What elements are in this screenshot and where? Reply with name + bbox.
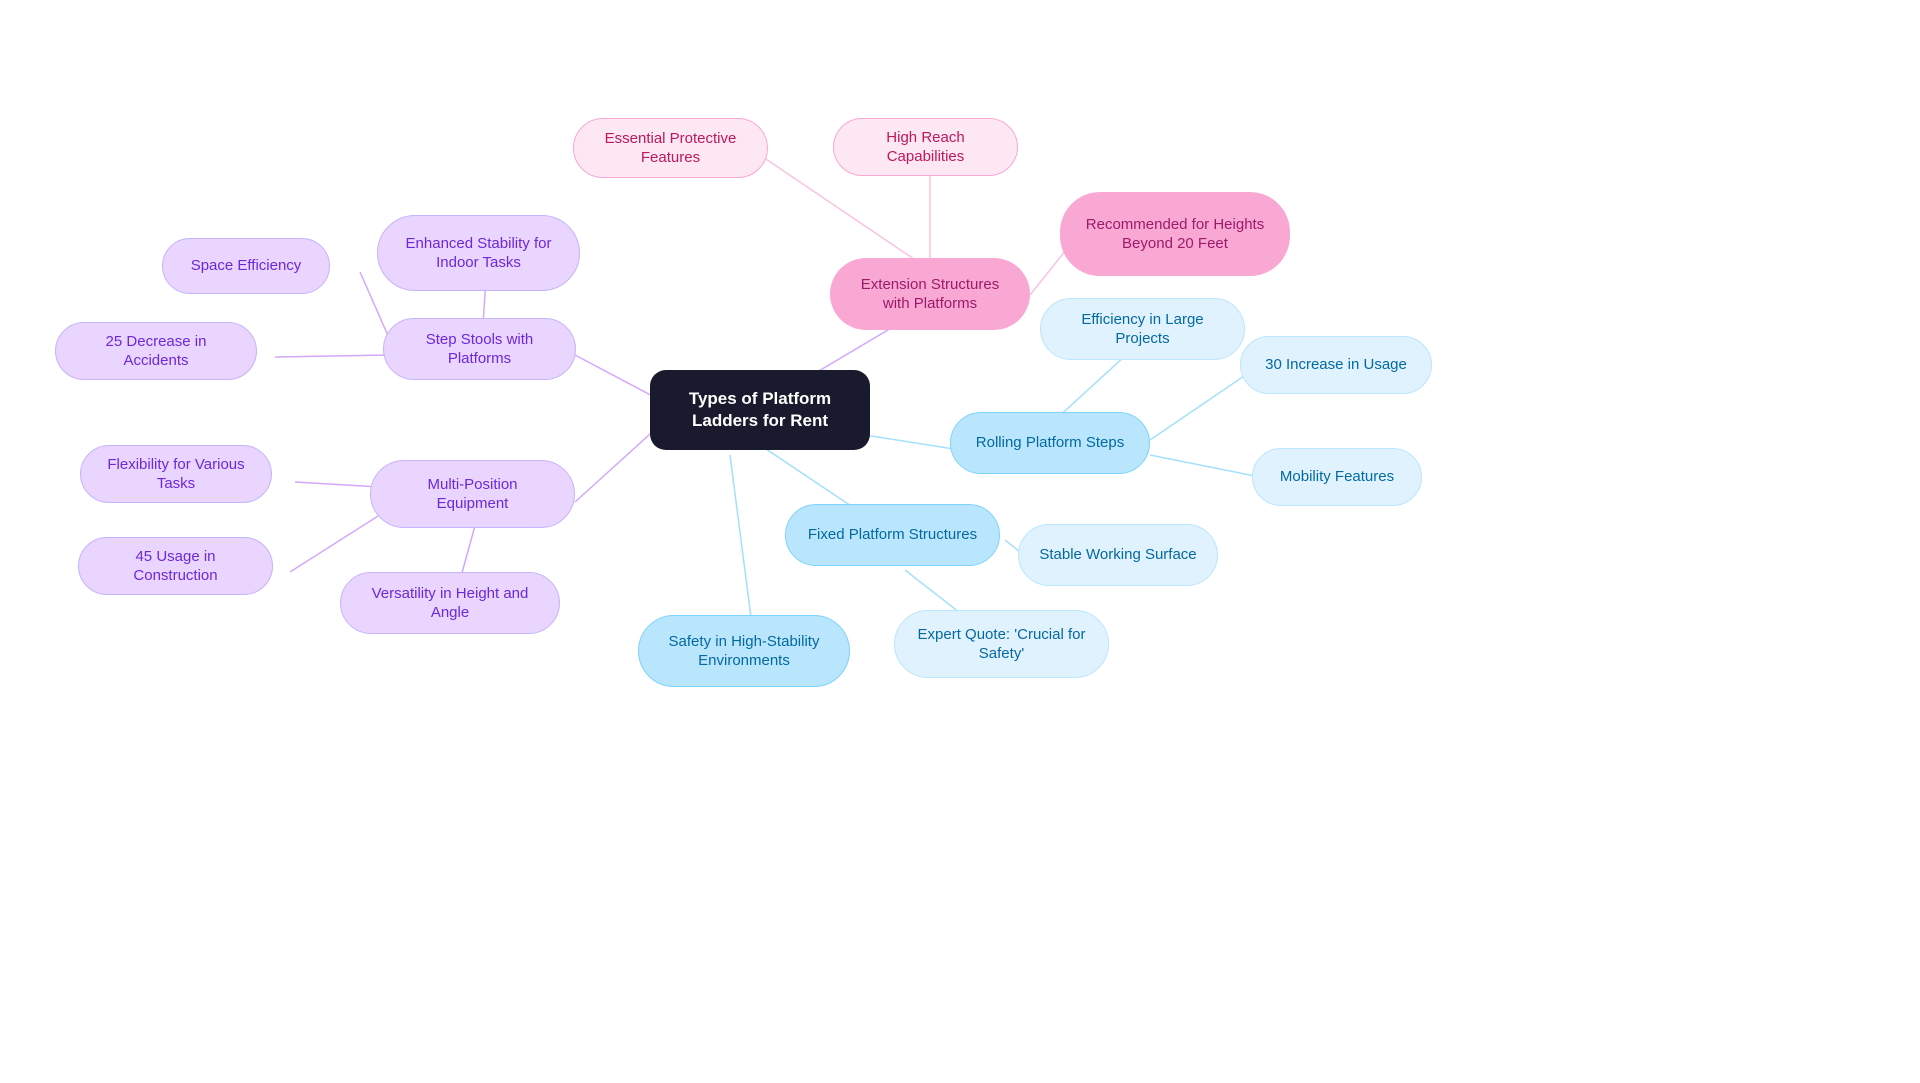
recommended-heights-label: Recommended for Heights Beyond 20 Feet — [1080, 215, 1270, 254]
high-reach-label: High Reach Capabilities — [854, 128, 997, 167]
stable-working-label: Stable Working Surface — [1039, 545, 1196, 565]
expert-quote-node: Expert Quote: 'Crucial for Safety' — [894, 610, 1109, 678]
center-node: Types of Platform Ladders for Rent — [650, 370, 870, 450]
multi-position-label: Multi-Position Equipment — [391, 475, 554, 514]
stable-working-node: Stable Working Surface — [1018, 524, 1218, 586]
increase-usage-node: 30 Increase in Usage — [1240, 336, 1432, 394]
versatility-node: Versatility in Height and Angle — [340, 572, 560, 634]
essential-protective-node: Essential Protective Features — [573, 118, 768, 178]
efficiency-large-node: Efficiency in Large Projects — [1040, 298, 1245, 360]
extension-structures-node: Extension Structures with Platforms — [830, 258, 1030, 330]
mobility-features-node: Mobility Features — [1252, 448, 1422, 506]
enhanced-stability-node: Enhanced Stability for Indoor Tasks — [377, 215, 580, 291]
increase-usage-label: 30 Increase in Usage — [1265, 355, 1407, 375]
flexibility-label: Flexibility for Various Tasks — [101, 455, 251, 494]
space-efficiency-node: Space Efficiency — [162, 238, 330, 294]
recommended-heights-node: Recommended for Heights Beyond 20 Feet — [1060, 192, 1290, 276]
safety-high-stability-node: Safety in High-Stability Environments — [638, 615, 850, 687]
versatility-label: Versatility in Height and Angle — [361, 584, 539, 623]
essential-protective-label: Essential Protective Features — [594, 129, 747, 168]
safety-high-stability-label: Safety in High-Stability Environments — [659, 632, 829, 671]
extension-structures-label: Extension Structures with Platforms — [850, 275, 1010, 314]
high-reach-node: High Reach Capabilities — [833, 118, 1018, 176]
enhanced-stability-label: Enhanced Stability for Indoor Tasks — [398, 234, 559, 273]
mobility-features-label: Mobility Features — [1280, 467, 1394, 487]
expert-quote-label: Expert Quote: 'Crucial for Safety' — [915, 625, 1088, 664]
decrease-accidents-node: 25 Decrease in Accidents — [55, 322, 257, 380]
flexibility-node: Flexibility for Various Tasks — [80, 445, 272, 503]
rolling-platform-label: Rolling Platform Steps — [976, 433, 1124, 453]
space-efficiency-label: Space Efficiency — [191, 256, 302, 276]
usage-construction-label: 45 Usage in Construction — [99, 547, 252, 586]
efficiency-large-label: Efficiency in Large Projects — [1061, 310, 1224, 349]
multi-position-node: Multi-Position Equipment — [370, 460, 575, 528]
fixed-platform-node: Fixed Platform Structures — [785, 504, 1000, 566]
step-stools-node: Step Stools with Platforms — [383, 318, 576, 380]
center-label: Types of Platform Ladders for Rent — [670, 388, 850, 432]
step-stools-label: Step Stools with Platforms — [404, 330, 555, 369]
usage-construction-node: 45 Usage in Construction — [78, 537, 273, 595]
decrease-accidents-label: 25 Decrease in Accidents — [76, 332, 236, 371]
rolling-platform-node: Rolling Platform Steps — [950, 412, 1150, 474]
fixed-platform-label: Fixed Platform Structures — [808, 525, 977, 545]
